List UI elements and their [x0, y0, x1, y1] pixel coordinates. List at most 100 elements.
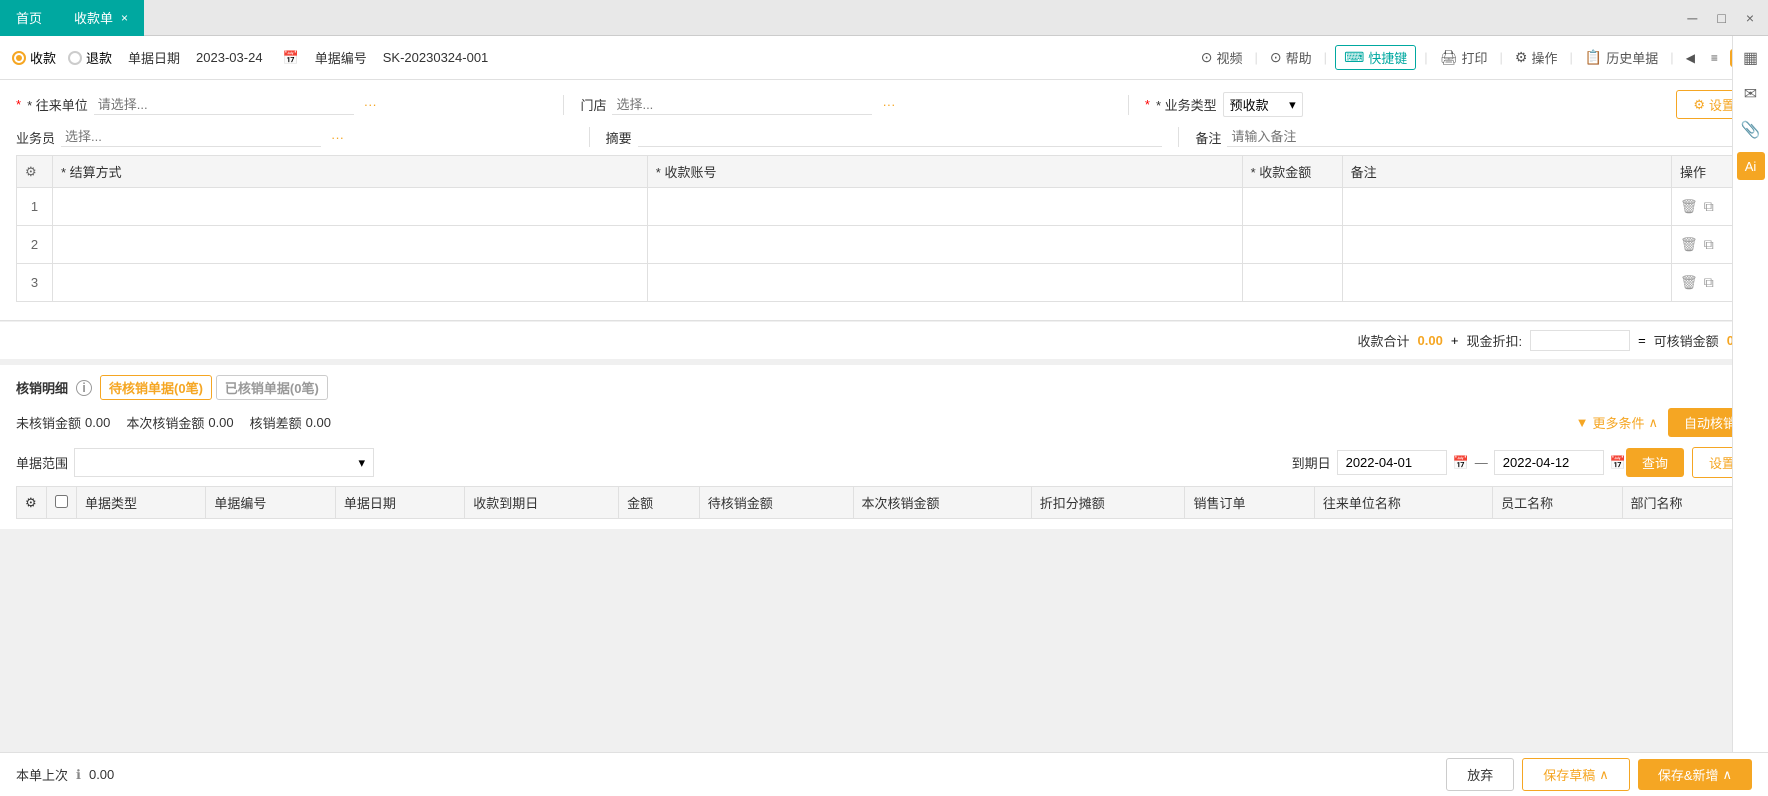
- tab-close-icon[interactable]: ×: [121, 11, 128, 25]
- filter-row: 单据范围 ▾ 到期日 📅 — 📅 查询 设置: [16, 447, 1752, 478]
- refund-radio[interactable]: 退款: [68, 48, 112, 67]
- biz-type-chevron: ▾: [1289, 97, 1296, 113]
- more-conditions-btn[interactable]: ▼ 更多条件 ∧: [1576, 413, 1658, 432]
- save-draft-button[interactable]: 保存草稿 ∧: [1522, 758, 1630, 791]
- row-3-amount[interactable]: [1242, 264, 1342, 302]
- row-2-copy-icon[interactable]: ⧉: [1704, 236, 1714, 253]
- print-btn[interactable]: 🖨 打印: [1436, 46, 1492, 69]
- bt-th-due: 收款到期日: [465, 487, 619, 519]
- row-3-remark[interactable]: [1342, 264, 1671, 302]
- diff-value: 0.00: [306, 415, 331, 430]
- bt-th-amount: 金额: [619, 487, 700, 519]
- due-date-from-input[interactable]: [1337, 450, 1447, 475]
- row-2-account[interactable]: [647, 226, 1242, 264]
- biz-type-value: 预收款: [1230, 95, 1289, 114]
- row-1-settle[interactable]: [53, 188, 648, 226]
- row-1-copy-icon[interactable]: ⧉: [1704, 198, 1714, 215]
- row-1-delete-icon[interactable]: 🗑: [1680, 198, 1698, 215]
- tab-home-label: 首页: [16, 8, 42, 27]
- th-amount-label: * 收款金额: [1251, 165, 1312, 180]
- bt-settings-icon[interactable]: ⚙: [25, 495, 37, 510]
- store-input[interactable]: [612, 95, 872, 115]
- discount-label: 现金折扣:: [1466, 331, 1522, 350]
- bottom-table-container: ⚙ 单据类型 单据编号 单据日期 收款到期日 金额 待核销金额 本次核销金额 折…: [16, 486, 1752, 519]
- calc-row: 收款合计 0.00 + 现金折扣: = 可核销金额 0.00: [0, 321, 1768, 359]
- help-icon: ⊙: [1270, 49, 1282, 66]
- th-settle-label: * 结算方式: [61, 165, 122, 180]
- partner-more-icon[interactable]: ···: [360, 97, 381, 112]
- print-icon: 🖨: [1440, 49, 1458, 66]
- bt-th-staff: 员工名称: [1493, 487, 1622, 519]
- bt-th-date: 单据日期: [335, 487, 464, 519]
- prev-btn[interactable]: ◀: [1682, 49, 1699, 67]
- layout-btn[interactable]: ≡: [1707, 49, 1722, 67]
- reconcile-summary: 未核销金额 0.00 本次核销金额 0.00 核销差额 0.00 ▼ 更多条件 …: [16, 408, 1752, 437]
- maximize-button[interactable]: □: [1711, 8, 1731, 28]
- row-1-amount[interactable]: [1242, 188, 1342, 226]
- partner-input[interactable]: [94, 95, 354, 115]
- staff-more-icon[interactable]: ···: [327, 130, 348, 145]
- operation-icon: ⚙: [1515, 49, 1528, 66]
- due-date-label: 到期日: [1292, 453, 1331, 472]
- sidebar-clip-icon[interactable]: 📎: [1737, 116, 1765, 144]
- row-1-remark[interactable]: [1342, 188, 1671, 226]
- sidebar-ai-icon[interactable]: Ai: [1737, 152, 1765, 180]
- info-icon2[interactable]: ℹ: [76, 767, 81, 783]
- main-form: * * 往来单位 ··· 门店 ··· * * 业务类型 预收款 ▾ ⚙ 设置 …: [0, 80, 1768, 321]
- due-date-to-input[interactable]: [1494, 450, 1604, 475]
- prev-next-label: 本单上次: [16, 765, 68, 784]
- query-button[interactable]: 查询: [1626, 448, 1684, 477]
- bill-date-label: 单据日期: [128, 48, 180, 67]
- row-3-copy-icon[interactable]: ⧉: [1704, 274, 1714, 291]
- help-btn[interactable]: ⊙ 帮助: [1266, 46, 1316, 69]
- row-2-settle[interactable]: [53, 226, 648, 264]
- row-2-amount[interactable]: [1242, 226, 1342, 264]
- th-remark: 备注: [1342, 156, 1671, 188]
- th-account-label: * 收款账号: [656, 165, 717, 180]
- range-select[interactable]: ▾: [74, 448, 374, 477]
- row-3-delete-icon[interactable]: 🗑: [1680, 274, 1698, 291]
- due-date-field: 到期日 📅 — 📅: [1292, 450, 1626, 475]
- store-more-icon[interactable]: ···: [878, 97, 899, 112]
- table-settings-icon[interactable]: ⚙: [25, 164, 37, 179]
- tab-home[interactable]: 首页: [0, 0, 58, 36]
- abandon-button[interactable]: 放弃: [1446, 758, 1514, 791]
- save-new-button[interactable]: 保存&新增 ∧: [1638, 759, 1752, 790]
- discount-input[interactable]: [1530, 330, 1630, 351]
- receipt-radio[interactable]: 收款: [12, 48, 56, 67]
- section-info-icon[interactable]: i: [76, 380, 92, 396]
- date-from-calendar-icon[interactable]: 📅: [1453, 455, 1469, 471]
- video-btn[interactable]: ⊙ 视频: [1197, 46, 1247, 69]
- row-3-account[interactable]: [647, 264, 1242, 302]
- staff-input[interactable]: [61, 127, 321, 147]
- summary-label: 摘要: [606, 128, 632, 147]
- row-2-delete-icon[interactable]: 🗑: [1680, 236, 1698, 253]
- row-3-settle[interactable]: [53, 264, 648, 302]
- pending-tab[interactable]: 待核销单据(0笔): [100, 375, 212, 400]
- remark-input[interactable]: [1227, 127, 1752, 147]
- done-tab[interactable]: 已核销单据(0笔): [216, 375, 328, 400]
- row-1-account[interactable]: [647, 188, 1242, 226]
- summary-input[interactable]: [638, 127, 1163, 147]
- refund-radio-circle: [68, 51, 82, 65]
- right-sidebar: ▦ ✉ 📎 Ai: [1732, 36, 1768, 752]
- close-button[interactable]: ×: [1740, 8, 1760, 28]
- bill-date-icon[interactable]: 📅: [283, 50, 299, 66]
- operation-btn[interactable]: ⚙ 操作: [1511, 46, 1562, 69]
- minimize-button[interactable]: ─: [1681, 8, 1703, 28]
- shortcut-btn[interactable]: ⌨ 快捷键: [1335, 45, 1416, 70]
- row-2-remark[interactable]: [1342, 226, 1671, 264]
- row-num-1: 1: [17, 188, 53, 226]
- refund-radio-label: 退款: [86, 48, 112, 67]
- date-to-calendar-icon[interactable]: 📅: [1610, 455, 1626, 471]
- tab-receipt[interactable]: 收款单 ×: [58, 0, 144, 36]
- biz-type-select[interactable]: 预收款 ▾: [1223, 92, 1303, 117]
- bottom-data-table: ⚙ 单据类型 单据编号 单据日期 收款到期日 金额 待核销金额 本次核销金额 折…: [16, 486, 1752, 519]
- sidebar-table-icon[interactable]: ▦: [1737, 44, 1765, 72]
- th-amount: * 收款金额: [1242, 156, 1342, 188]
- select-all-checkbox[interactable]: [55, 495, 68, 508]
- history-btn[interactable]: 📋 历史单据: [1581, 46, 1662, 69]
- available-label: 可核销金额: [1654, 331, 1719, 350]
- sidebar-mail-icon[interactable]: ✉: [1737, 80, 1765, 108]
- prev-next-value: 0.00: [89, 767, 114, 782]
